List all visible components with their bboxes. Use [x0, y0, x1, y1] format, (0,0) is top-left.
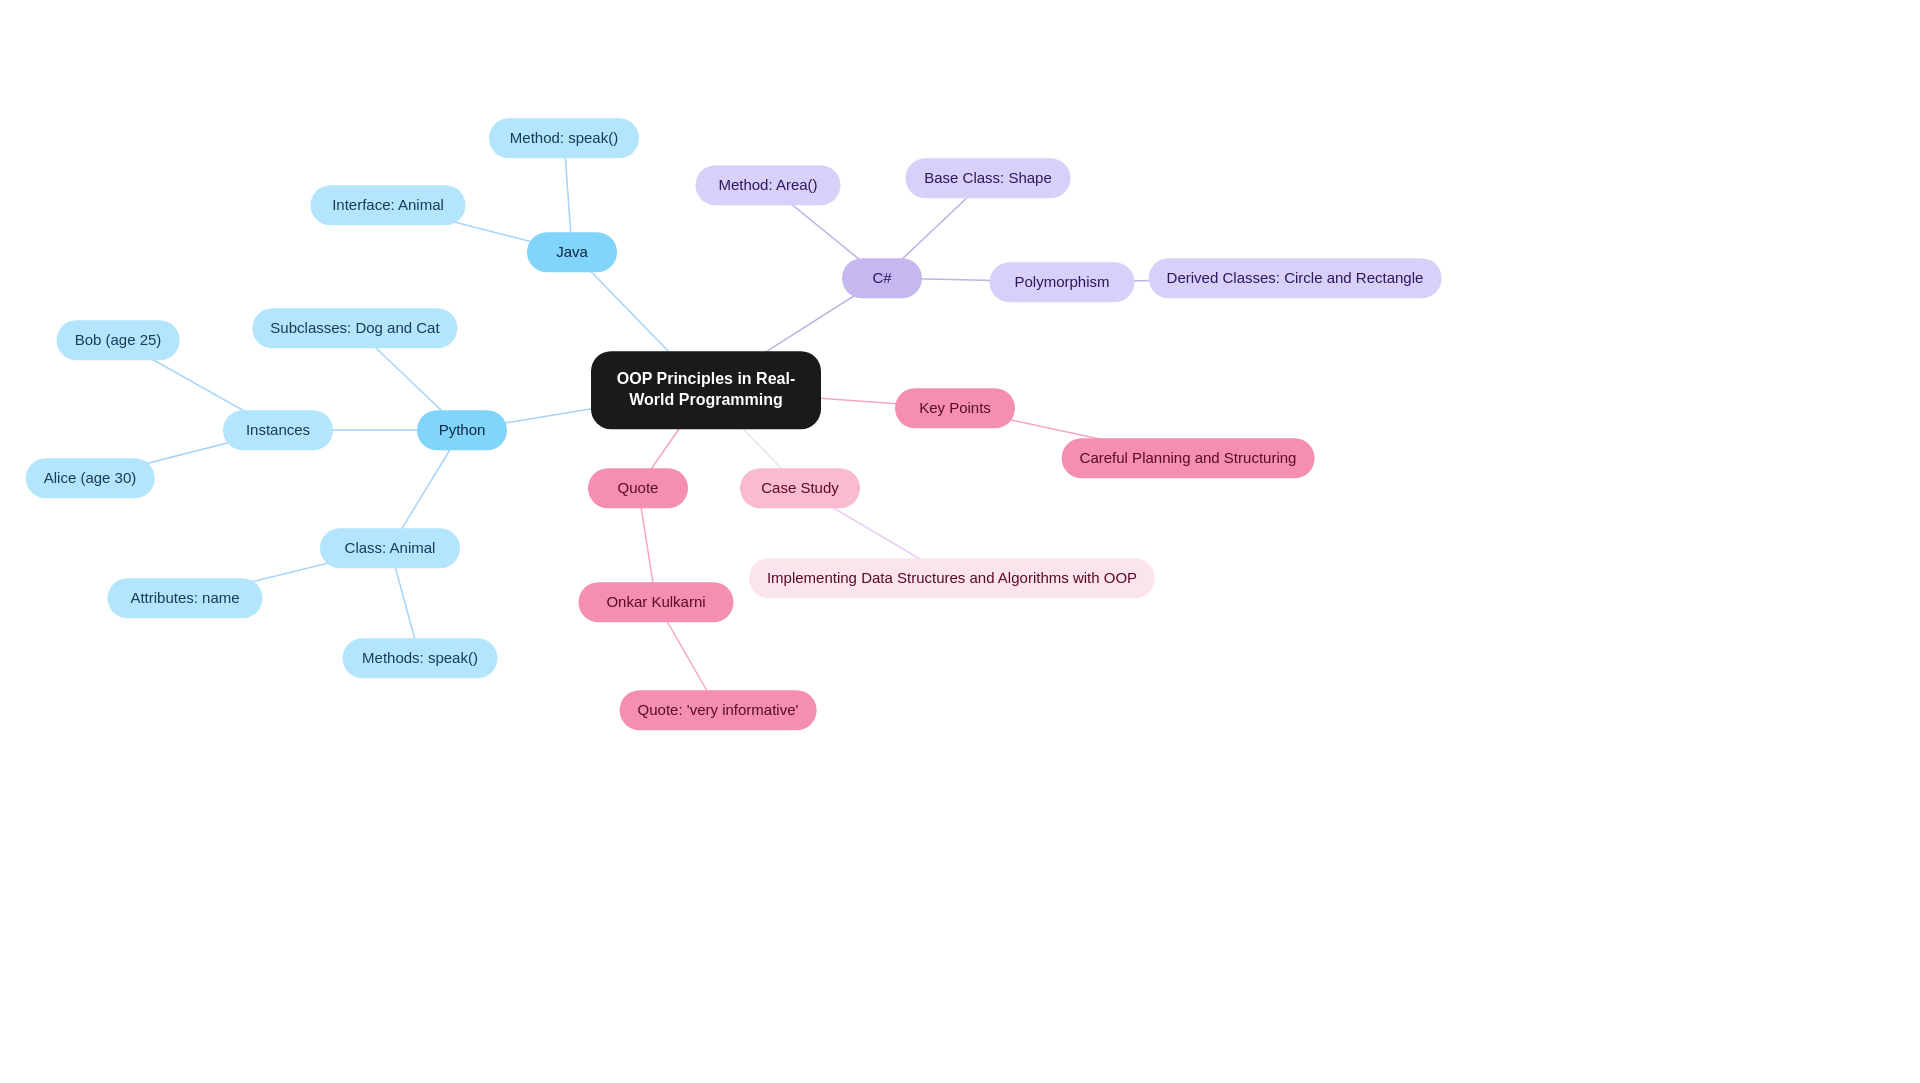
node-alice[interactable]: Alice (age 30) [26, 458, 155, 498]
node-interfaceAnimal[interactable]: Interface: Animal [311, 185, 466, 225]
node-quote[interactable]: Quote [588, 468, 688, 508]
node-center[interactable]: OOP Principles in Real-World Programming [591, 351, 821, 429]
node-polymorphism[interactable]: Polymorphism [990, 262, 1135, 302]
node-caseStudy[interactable]: Case Study [740, 468, 860, 508]
node-classAnimal[interactable]: Class: Animal [320, 528, 460, 568]
node-implementingDS[interactable]: Implementing Data Structures and Algorit… [749, 558, 1155, 598]
node-java[interactable]: Java [527, 232, 617, 272]
node-bob[interactable]: Bob (age 25) [57, 320, 180, 360]
node-keyPoints[interactable]: Key Points [895, 388, 1015, 428]
node-onkarKulkarni[interactable]: Onkar Kulkarni [579, 582, 734, 622]
node-instances[interactable]: Instances [223, 410, 333, 450]
node-methodsSpeakPython[interactable]: Methods: speak() [343, 638, 498, 678]
node-subclasses[interactable]: Subclasses: Dog and Cat [252, 308, 457, 348]
node-baseClassShape[interactable]: Base Class: Shape [906, 158, 1071, 198]
mindmap-container: OOP Principles in Real-World Programming… [0, 0, 1920, 1083]
node-quoteVeryInformative[interactable]: Quote: 'very informative' [620, 690, 817, 730]
node-methodSpeak[interactable]: Method: speak() [489, 118, 639, 158]
node-methodArea[interactable]: Method: Area() [696, 165, 841, 205]
node-csharp[interactable]: C# [842, 258, 922, 298]
node-attributesName[interactable]: Attributes: name [108, 578, 263, 618]
node-carefulPlanning[interactable]: Careful Planning and Structuring [1062, 438, 1315, 478]
node-derivedClasses[interactable]: Derived Classes: Circle and Rectangle [1149, 258, 1442, 298]
node-python[interactable]: Python [417, 410, 507, 450]
